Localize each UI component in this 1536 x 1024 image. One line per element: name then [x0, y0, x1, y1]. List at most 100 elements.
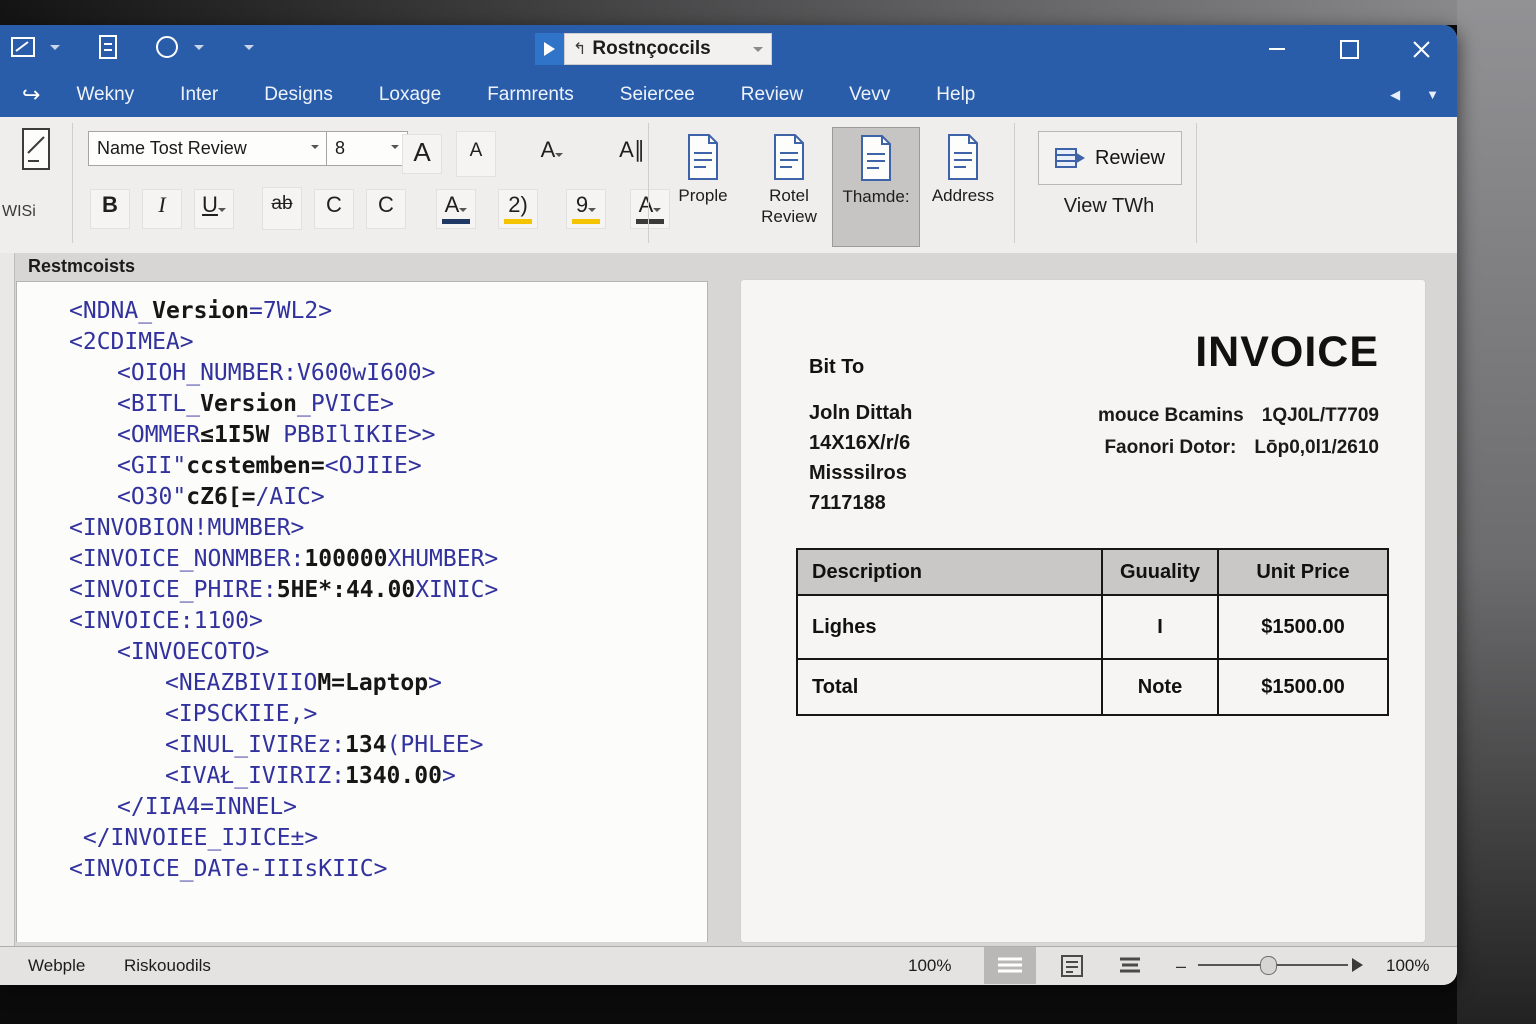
status-item-page[interactable]: Webple: [28, 956, 85, 976]
menu-tab-help[interactable]: Help: [936, 84, 975, 106]
strikethrough-button[interactable]: ab: [262, 187, 302, 230]
code-line: <INVOICE_PHIRE:5HE*:44.00XINIC>: [69, 577, 499, 603]
number-format-button[interactable]: 9: [566, 188, 606, 229]
qat-customize-icon[interactable]: [244, 44, 254, 55]
shrink-font-button[interactable]: A: [456, 131, 496, 177]
menu-tab-wekny[interactable]: Wekny: [76, 84, 134, 106]
invoice-preview-pane[interactable]: INVOICE Bit To Joln Dittah 14X16X/r/6 Miss…: [740, 279, 1426, 943]
invoice-meta-row: Faonori Dotor: Lōp0,0l1/2610: [1104, 437, 1379, 458]
zoom-level-left: 100%: [908, 956, 952, 975]
font-name-value: Name Tost Review: [97, 138, 247, 158]
ribbon-collapse-icon[interactable]: ▼: [1426, 87, 1439, 103]
menu-tab-vevv[interactable]: Vevv: [849, 84, 890, 106]
invoice-table: Description Guuality Unit Price Lighes Ɩ $150…: [796, 548, 1389, 716]
underline-button[interactable]: U: [194, 188, 234, 229]
title-search-box[interactable]: ↰ Rostnçoccils: [535, 33, 772, 65]
zoom-in-icon[interactable]: [1352, 958, 1370, 972]
ribbon-button-address[interactable]: Address: [920, 127, 1006, 245]
font-size-tools: A A A A∥: [402, 131, 652, 177]
search-text[interactable]: Rostnçoccils: [592, 38, 747, 60]
xml-code-pane[interactable]: <NDNA_Version=7WL2> <2CDIMEA> <OIOH_NUMBER…: [16, 281, 708, 942]
ribbon-pin-icon[interactable]: ◀: [1390, 87, 1400, 103]
zoom-slider-knob[interactable]: [1260, 956, 1277, 975]
font-name-combobox[interactable]: Name Tost Review: [88, 131, 328, 166]
redo-arrow-icon[interactable]: ↪: [22, 82, 40, 108]
review-button-label: Rewiew: [1094, 146, 1166, 169]
status-item-words[interactable]: Riskouodils: [124, 956, 211, 976]
code-line: <GII"ccstemben=<OJIIE>: [117, 453, 422, 479]
document-icon: [861, 135, 891, 181]
undo-dropdown-icon[interactable]: [194, 44, 204, 55]
menu-bar: ↪ Wekny Inter Designs Loxage Farmrents Seierc…: [0, 73, 1457, 117]
xml-code: <NDNA_Version=7WL2> <2CDIMEA> <OIOH_NUMBER…: [17, 282, 707, 885]
undo-icon[interactable]: [154, 34, 180, 60]
return-arrow-icon: ↰: [573, 41, 587, 58]
code-line: <INVOICE:1100>: [69, 608, 263, 634]
highlight-color-button[interactable]: 2): [498, 188, 538, 229]
code-line: <INUL_IVIREz:134(PHLEE>: [165, 732, 484, 758]
change-case-button[interactable]: A: [532, 134, 572, 174]
code-line: <NDNA_Version=7WL2>: [69, 298, 333, 324]
desktop-background-top: [0, 0, 1536, 25]
font-color-button[interactable]: A: [436, 188, 476, 229]
ribbon-button-rotel-review[interactable]: Rotel Review: [746, 127, 832, 245]
chevron-down-icon[interactable]: [311, 144, 319, 153]
menu-tab-inter[interactable]: Inter: [180, 84, 218, 106]
superscript-button[interactable]: Ϲ: [366, 188, 406, 229]
draft-view-button[interactable]: [984, 947, 1036, 984]
table-header-unit-price: Unit Price: [1217, 548, 1389, 596]
app-window: ↰ Rostnçoccils ↪ Wekny Inter Designs Loxage…: [0, 25, 1457, 985]
font-format-tools: B I U ab Ϲ Ϲ A 2) 9 A: [90, 187, 670, 230]
save-dropdown-icon[interactable]: [50, 44, 60, 55]
document-tab[interactable]: Restmcoists: [28, 256, 135, 277]
table-header-guuality: Guuality: [1101, 548, 1219, 596]
ribbon-button-label: Thamde:: [842, 187, 910, 206]
chevron-down-icon[interactable]: [753, 46, 763, 57]
menu-tab-seiercee[interactable]: Seiercee: [620, 84, 695, 106]
window-controls: [1241, 25, 1457, 73]
code-line: <BITL_Version_PVICE>: [117, 391, 394, 417]
play-icon[interactable]: [535, 33, 564, 65]
table-row: Total Note $1500.00: [796, 658, 1389, 716]
ribbon-separator: [648, 123, 649, 243]
save-icon[interactable]: [10, 35, 36, 59]
code-line: <NEAZBIVIIOM=Laptop>: [165, 670, 442, 696]
italic-button[interactable]: I: [142, 188, 182, 229]
code-line: </IIA4=INNEL>: [117, 794, 298, 820]
subscript-button[interactable]: Ϲ: [314, 188, 354, 229]
code-line: <2CDIMEA>: [69, 329, 194, 355]
draft-view-icon: [998, 957, 1022, 972]
font-size-combobox[interactable]: 8: [326, 131, 408, 166]
clipboard-icon[interactable]: [98, 34, 118, 60]
text-effects-button[interactable]: A∥: [612, 134, 652, 174]
invoice-meta-row: mouce Bcamins 1QJ0L/T7709: [1098, 405, 1379, 426]
table-cell: Ɩ: [1101, 594, 1219, 660]
menu-tab-loxage[interactable]: Loxage: [379, 84, 441, 106]
web-layout-button[interactable]: [1104, 947, 1156, 984]
ribbon-button-thamde[interactable]: Thamde:: [832, 127, 920, 247]
review-button[interactable]: Rewiew: [1038, 131, 1182, 185]
address-line: Misssilros: [809, 462, 907, 484]
grow-font-button[interactable]: A: [402, 134, 442, 174]
print-layout-button[interactable]: [1046, 947, 1098, 984]
maximize-button[interactable]: [1313, 25, 1385, 73]
menu-tab-farmrents[interactable]: Farmrents: [487, 84, 574, 106]
menu-tab-designs[interactable]: Designs: [264, 84, 333, 106]
ribbon-button-label: Rotel Review: [761, 186, 817, 226]
zoom-out-icon[interactable]: –: [1176, 956, 1188, 976]
table-cell: Note: [1101, 658, 1219, 716]
code-line: <INVOICE_NONMBER:100000XHUMBER>: [69, 546, 499, 572]
menu-tab-review[interactable]: Review: [741, 84, 803, 106]
bill-to-label: Bit To: [809, 356, 865, 378]
zoom-level-right: 100%: [1386, 956, 1430, 975]
ribbon-button-label: Prople: [678, 186, 728, 205]
status-bar: Webple Riskouodils 100% – 100%: [0, 946, 1457, 985]
code-line: <OMMER≤1I5W PBBIlIKIE>>: [117, 422, 436, 448]
bold-button[interactable]: B: [90, 188, 130, 229]
minimize-button[interactable]: [1241, 25, 1313, 73]
chevron-down-icon[interactable]: [391, 144, 399, 153]
paste-button[interactable]: [8, 125, 66, 180]
code-line: <INVOECOTO>: [117, 639, 270, 665]
ribbon-button-prople[interactable]: Prople: [660, 127, 746, 245]
close-button[interactable]: [1385, 25, 1457, 73]
